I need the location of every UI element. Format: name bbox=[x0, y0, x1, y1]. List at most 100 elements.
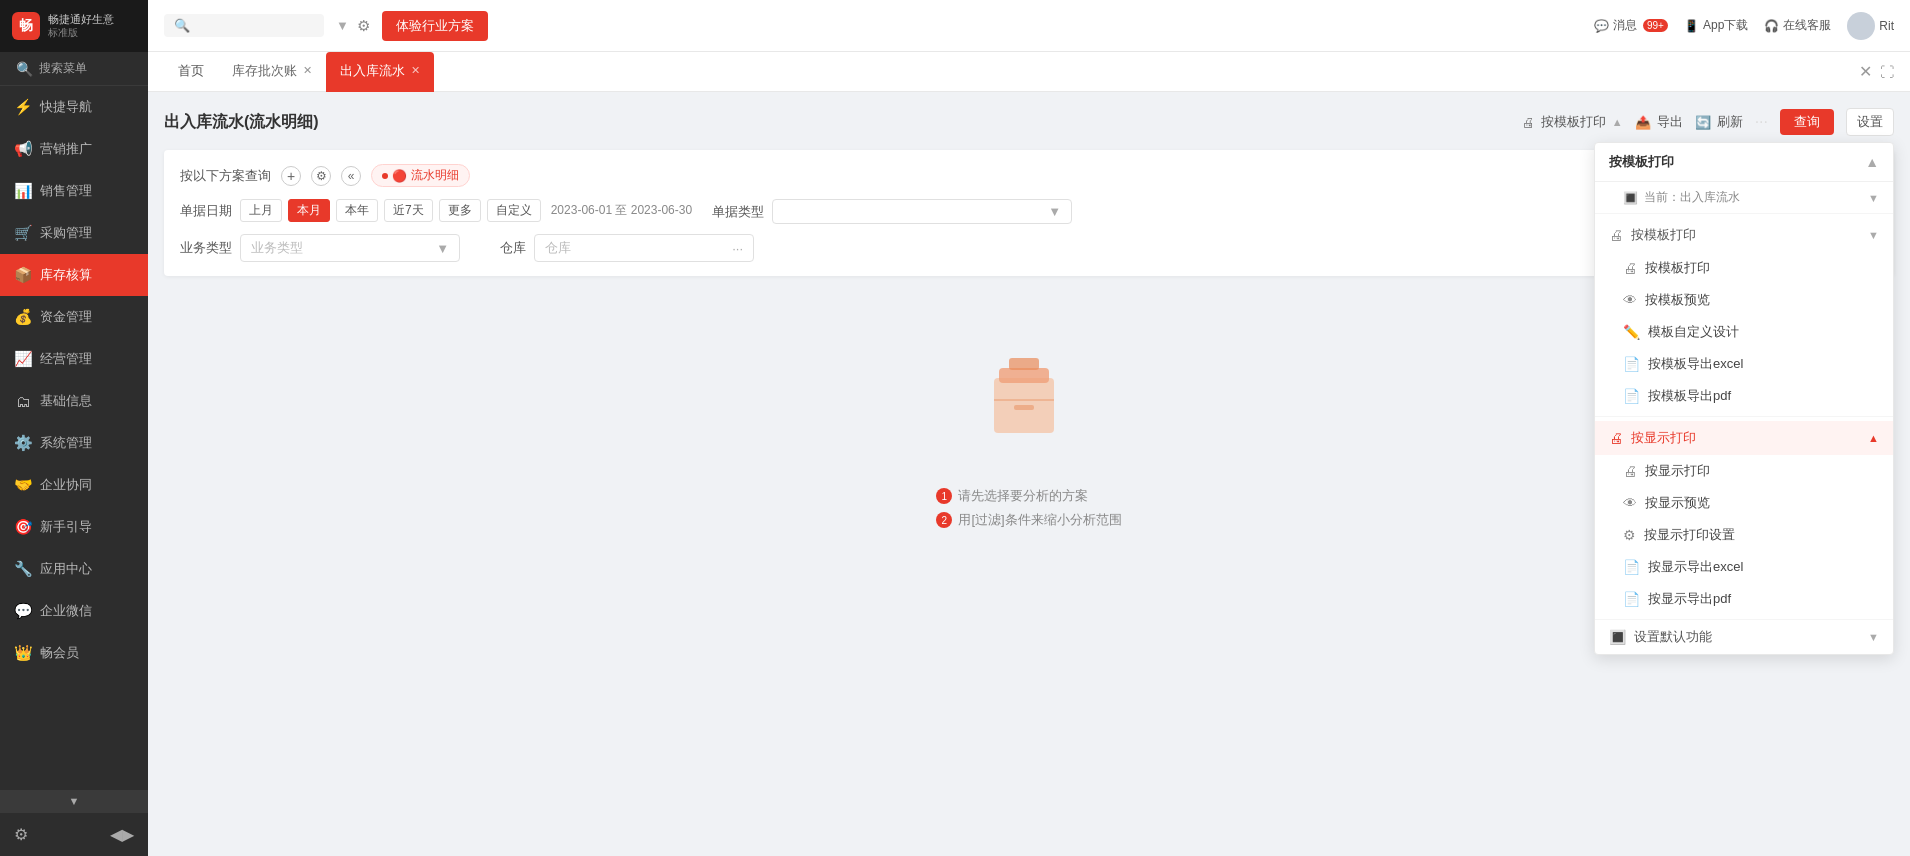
print-dropdown-arrow[interactable]: ▲ bbox=[1612, 116, 1623, 128]
sidebar-search-label: 搜索菜单 bbox=[39, 60, 87, 77]
template-print-item-4[interactable]: 📄 按模板导出excel bbox=[1595, 348, 1893, 380]
sidebar-item-purchase[interactable]: 🛒 采购管理 bbox=[0, 212, 148, 254]
sidebar-item-vip[interactable]: 👑 畅会员 bbox=[0, 632, 148, 674]
search-input[interactable] bbox=[190, 19, 300, 33]
tip-item-2: 2 用[过滤]条件来缩小分析范围 bbox=[936, 511, 1121, 529]
export-btn[interactable]: 导出 bbox=[1657, 113, 1683, 131]
collapse-icon[interactable]: ◀▶ bbox=[110, 825, 134, 844]
sidebar-item-inventory[interactable]: 📦 库存核算 bbox=[0, 254, 148, 296]
print-template-btn[interactable]: 按模板打印 bbox=[1541, 113, 1606, 131]
sidebar-item-appcenter[interactable]: 🔧 应用中心 bbox=[0, 548, 148, 590]
settings-icon[interactable]: ⚙ bbox=[14, 825, 28, 844]
print-current: 🔳 当前：出入库流水 ▼ bbox=[1595, 182, 1893, 214]
warehouse-label: 仓库 bbox=[500, 239, 526, 257]
tab-flow-close-icon[interactable]: ✕ bbox=[411, 64, 420, 77]
tab-batch-close-icon[interactable]: ✕ bbox=[303, 64, 312, 77]
date-btn-custom[interactable]: 自定义 bbox=[487, 199, 541, 222]
print-dropdown-close[interactable]: ▲ bbox=[1865, 154, 1879, 170]
filter-collapse-btn[interactable]: « bbox=[341, 166, 361, 186]
date-label: 单据日期 bbox=[180, 202, 232, 220]
date-btn-last-month[interactable]: 上月 bbox=[240, 199, 282, 222]
display-print-item-3[interactable]: ⚙ 按显示打印设置 bbox=[1595, 519, 1893, 551]
sidebar-item-sales[interactable]: 📊 销售管理 bbox=[0, 170, 148, 212]
display-print-label: 按显示打印 bbox=[1631, 429, 1696, 447]
topbar-icons: ▼ ⚙ bbox=[336, 17, 370, 35]
item-label: 按模板导出excel bbox=[1648, 355, 1743, 373]
topbar-right: 💬 消息 99+ 📱 App下载 🎧 在线客服 Rit bbox=[1594, 12, 1894, 40]
sidebar-item-wechat[interactable]: 💬 企业微信 bbox=[0, 590, 148, 632]
print-icon: 🖨 bbox=[1623, 260, 1637, 276]
current-label: 当前：出入库流水 bbox=[1644, 189, 1740, 206]
template-print-item-3[interactable]: ✏️ 模板自定义设计 bbox=[1595, 316, 1893, 348]
tab-batch[interactable]: 库存批次账 ✕ bbox=[218, 52, 326, 92]
print-dropdown-title: 按模板打印 bbox=[1609, 153, 1674, 171]
template-print-item-2[interactable]: 👁 按模板预览 bbox=[1595, 284, 1893, 316]
sidebar-item-quicknav[interactable]: ⚡ 快捷导航 bbox=[0, 86, 148, 128]
display-print-item-4[interactable]: 📄 按显示导出excel bbox=[1595, 551, 1893, 583]
main-area: 🔍 ▼ ⚙ 体验行业方案 💬 消息 99+ 📱 App下载 🎧 在线客服 bbox=[148, 0, 1910, 856]
online-service-btn[interactable]: 🎧 在线客服 bbox=[1764, 17, 1831, 34]
warehouse-select[interactable]: 仓库 ··· bbox=[534, 234, 754, 262]
excel-icon: 📄 bbox=[1623, 356, 1640, 372]
tabs-bar: 首页 库存批次账 ✕ 出入库流水 ✕ ✕ ⛶ bbox=[148, 52, 1910, 92]
message-label: 消息 bbox=[1613, 17, 1637, 34]
item-label: 按显示预览 bbox=[1645, 494, 1710, 512]
sidebar-scroll-down[interactable]: ▼ bbox=[0, 790, 148, 812]
sidebar-item-label: 经营管理 bbox=[40, 350, 92, 368]
tab-flow[interactable]: 出入库流水 ✕ bbox=[326, 52, 434, 92]
sidebar-item-finance[interactable]: 💰 资金管理 bbox=[0, 296, 148, 338]
settings-btn[interactable]: 设置 bbox=[1846, 108, 1894, 136]
voucher-type-select[interactable]: ▼ bbox=[772, 199, 1072, 224]
voucher-type-label: 单据类型 bbox=[712, 203, 764, 221]
template-print-item-1[interactable]: 🖨 按模板打印 bbox=[1595, 252, 1893, 284]
type-select[interactable]: 业务类型 ▼ bbox=[240, 234, 460, 262]
tab-home[interactable]: 首页 bbox=[164, 52, 218, 92]
sidebar-item-marketing[interactable]: 📢 营销推广 bbox=[0, 128, 148, 170]
sidebar-item-collab[interactable]: 🤝 企业协同 bbox=[0, 464, 148, 506]
tag-text: 流水明细 bbox=[411, 167, 459, 184]
sidebar-item-guide[interactable]: 🎯 新手引导 bbox=[0, 506, 148, 548]
sidebar-item-label: 应用中心 bbox=[40, 560, 92, 578]
message-btn[interactable]: 💬 消息 99+ bbox=[1594, 17, 1668, 34]
date-btn-this-month[interactable]: 本月 bbox=[288, 199, 330, 222]
tip-num-2: 2 bbox=[936, 512, 952, 528]
message-icon: 💬 bbox=[1594, 19, 1609, 33]
topbar-search-box[interactable]: 🔍 bbox=[164, 14, 324, 37]
sidebar-item-operations[interactable]: 📈 经营管理 bbox=[0, 338, 148, 380]
filter-settings-btn[interactable]: ⚙ bbox=[311, 166, 331, 186]
sidebar-search[interactable]: 🔍 搜索菜单 bbox=[0, 52, 148, 86]
content-area: 出入库流水(流水明细) 🖨 按模板打印 ▲ 📤 导出 🔄 刷新 ··· 查询 设… bbox=[148, 92, 1910, 856]
filter-tag[interactable]: 🔴 流水明细 bbox=[371, 164, 470, 187]
marketing-icon: 📢 bbox=[14, 140, 32, 158]
app-download-btn[interactable]: 📱 App下载 bbox=[1684, 17, 1748, 34]
query-btn[interactable]: 查询 bbox=[1780, 109, 1834, 135]
display-print-header[interactable]: 🖨 按显示打印 ▲ bbox=[1595, 421, 1893, 455]
sidebar-item-label: 资金管理 bbox=[40, 308, 92, 326]
refresh-btn[interactable]: 刷新 bbox=[1717, 113, 1743, 131]
user-profile[interactable]: Rit bbox=[1847, 12, 1894, 40]
filter-add-btn[interactable]: + bbox=[281, 166, 301, 186]
template-print-header[interactable]: 🖨 按模板打印 ▼ bbox=[1595, 218, 1893, 252]
display-print-item-5[interactable]: 📄 按显示导出pdf bbox=[1595, 583, 1893, 615]
settings-icon[interactable]: ⚙ bbox=[357, 17, 370, 35]
dropdown-arrow-icon[interactable]: ▼ bbox=[336, 18, 349, 33]
sidebar-item-basic[interactable]: 🗂 基础信息 bbox=[0, 380, 148, 422]
date-btn-this-year[interactable]: 本年 bbox=[336, 199, 378, 222]
display-print-item-1[interactable]: 🖨 按显示打印 bbox=[1595, 455, 1893, 487]
tab-batch-label: 库存批次账 bbox=[232, 62, 297, 80]
logo-title: 畅捷通好生意 bbox=[48, 12, 114, 26]
date-btn-more[interactable]: 更多 bbox=[439, 199, 481, 222]
date-btn-7days[interactable]: 近7天 bbox=[384, 199, 433, 222]
industry-btn[interactable]: 体验行业方案 bbox=[382, 11, 488, 41]
template-print-item-5[interactable]: 📄 按模板导出pdf bbox=[1595, 380, 1893, 412]
display-print-item-2[interactable]: 👁 按显示预览 bbox=[1595, 487, 1893, 519]
user-name: Rit bbox=[1879, 19, 1894, 33]
footer-label: 设置默认功能 bbox=[1634, 628, 1712, 646]
tag-label: 🔴 bbox=[392, 169, 407, 183]
set-default-btn[interactable]: 🔳 设置默认功能 ▼ bbox=[1595, 620, 1893, 654]
settings-icon: ⚙ bbox=[1623, 527, 1636, 543]
close-window-icon[interactable]: ✕ bbox=[1859, 62, 1872, 81]
preview-icon: 👁 bbox=[1623, 495, 1637, 511]
sidebar-item-system[interactable]: ⚙️ 系统管理 bbox=[0, 422, 148, 464]
expand-icon[interactable]: ⛶ bbox=[1880, 64, 1894, 80]
